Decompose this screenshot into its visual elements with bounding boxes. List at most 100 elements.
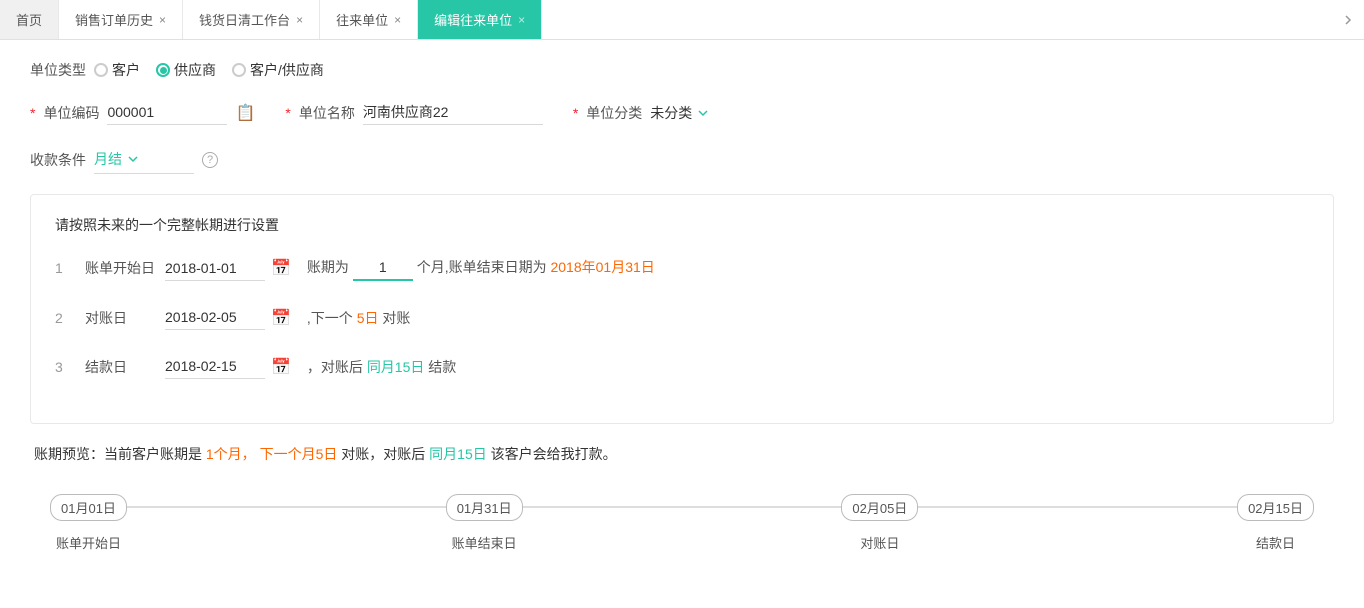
unit-classify-value: 未分类: [650, 103, 692, 123]
unit-code-input[interactable]: [107, 100, 227, 125]
unit-code-label: 单位编码: [43, 103, 99, 123]
tab-edit-partner-label: 编辑往来单位: [434, 10, 512, 29]
tab-cashflow-close[interactable]: ×: [296, 13, 303, 27]
radio-both-label: 客户/供应商: [250, 60, 324, 80]
payment-term-value: 月结: [94, 149, 122, 169]
setting-row-1: 1 账单开始日 📅 账期为 个月,账单结束日期为 2018年01月31日: [55, 255, 1309, 281]
preview-middle: 对账，对账后: [341, 446, 425, 462]
unit-classify-group: * 单位分类 未分类: [573, 103, 710, 123]
calendar-icon-1[interactable]: 📅: [271, 258, 291, 278]
unit-type-row: 单位类型 客户 供应商 客户/供应商: [30, 60, 1334, 80]
tab-partner-close[interactable]: ×: [394, 13, 401, 27]
tab-partner[interactable]: 往来单位 ×: [320, 0, 418, 39]
radio-customer-circle: [94, 63, 108, 77]
radio-supplier-label: 供应商: [174, 60, 216, 80]
expand-tabs-button[interactable]: [1332, 0, 1364, 39]
node-badge-2: 01月31日: [446, 494, 523, 521]
radio-supplier[interactable]: 供应商: [156, 60, 216, 80]
preview-part1: 1个月，: [206, 446, 256, 462]
desc-prefix-1: 账期为: [307, 259, 349, 275]
highlight-2: 5日: [357, 310, 379, 326]
unit-code-star: *: [30, 105, 35, 121]
unit-type-label: 单位类型: [30, 60, 86, 80]
radio-supplier-circle: [156, 63, 170, 77]
chevron-right-icon: [1342, 14, 1354, 26]
unit-classify-label: 单位分类: [586, 103, 642, 123]
payment-term-row: 收款条件 月结 ?: [30, 145, 1334, 174]
highlight-3: 同月15日: [367, 359, 425, 375]
unit-name-label: 单位名称: [299, 103, 355, 123]
desc-suffix-3: 结款: [428, 359, 456, 375]
setting-desc-3: ，对账后 同月15日 结款: [307, 357, 456, 377]
preview-prefix: 账期预览：当前客户账期是: [34, 446, 202, 462]
node-label-4: 结款日: [1256, 533, 1295, 552]
tab-edit-partner-close[interactable]: ×: [518, 13, 525, 27]
preview-suffix: 该客户会给我打款。: [491, 446, 617, 462]
desc-suffix-1: 个月,账单结束日期为: [417, 259, 547, 275]
main-content: 单位类型 客户 供应商 客户/供应商 * 单位编码: [0, 40, 1364, 608]
tab-cashflow-label: 钱货日清工作台: [199, 10, 290, 29]
calendar-icon-2[interactable]: 📅: [271, 308, 291, 328]
payment-term-select[interactable]: 月结: [94, 145, 194, 174]
unit-classify-star: *: [573, 105, 578, 121]
unit-type-group: 单位类型 客户 供应商 客户/供应商: [30, 60, 324, 80]
tab-sales-history-label: 销售订单历史: [75, 10, 153, 29]
setting-date-1[interactable]: [165, 256, 265, 281]
node-badge-1: 01月01日: [50, 494, 127, 521]
help-icon[interactable]: ?: [202, 152, 218, 168]
period-input[interactable]: [353, 255, 413, 281]
setting-num-2: 2: [55, 310, 85, 326]
radio-customer-label: 客户: [112, 60, 140, 80]
timeline-node-1: 01月01日 账单开始日: [50, 494, 127, 552]
timeline-node-4: 02月15日 结款日: [1237, 494, 1314, 552]
tab-partner-label: 往来单位: [336, 10, 388, 29]
payment-term-label: 收款条件: [30, 150, 86, 170]
setting-desc-2: ,下一个 5日 对账: [307, 308, 410, 328]
tab-home[interactable]: 首页: [0, 0, 59, 39]
classify-chevron-icon: [696, 106, 710, 120]
preview-part2: 下一个月5日: [260, 446, 338, 462]
calendar-icon-3[interactable]: 📅: [271, 357, 291, 377]
desc-suffix-2: 对账: [382, 310, 410, 326]
setting-row-3: 3 结款日 📅 ，对账后 同月15日 结款: [55, 354, 1309, 379]
settings-title: 请按照未来的一个完整帐期进行设置: [55, 215, 1309, 235]
setting-field-2: 对账日: [85, 308, 165, 328]
tab-home-label: 首页: [16, 10, 42, 29]
preview-part3: 同月15日: [429, 446, 487, 462]
timeline-node-3: 02月05日 对账日: [841, 494, 918, 552]
node-badge-4: 02月15日: [1237, 494, 1314, 521]
node-badge-3: 02月05日: [841, 494, 918, 521]
tab-sales-history-close[interactable]: ×: [159, 13, 166, 27]
timeline-nodes: 01月01日 账单开始日 01月31日 账单结束日 02月05日 对账日 02月…: [50, 494, 1314, 552]
setting-date-3[interactable]: [165, 354, 265, 379]
unit-code-copy-icon[interactable]: 📋: [235, 103, 255, 123]
timeline-container: 01月01日 账单开始日 01月31日 账单结束日 02月05日 对账日 02月…: [30, 484, 1334, 562]
settings-box: 请按照未来的一个完整帐期进行设置 1 账单开始日 📅 账期为 个月,账单结束日期…: [30, 194, 1334, 424]
node-label-2: 账单结束日: [452, 533, 517, 552]
setting-num-1: 1: [55, 260, 85, 276]
radio-both[interactable]: 客户/供应商: [232, 60, 324, 80]
node-label-3: 对账日: [860, 533, 899, 552]
unit-classify-select[interactable]: 未分类: [650, 103, 710, 123]
setting-field-1: 账单开始日: [85, 258, 165, 278]
tab-sales-history[interactable]: 销售订单历史 ×: [59, 0, 183, 39]
highlight-date-1: 2018年01月31日: [550, 259, 654, 275]
setting-row-2: 2 对账日 📅 ,下一个 5日 对账: [55, 305, 1309, 330]
desc-prefix-2: ,下一个: [307, 310, 353, 326]
radio-customer[interactable]: 客户: [94, 60, 140, 80]
tab-bar: 首页 销售订单历史 × 钱货日清工作台 × 往来单位 × 编辑往来单位 ×: [0, 0, 1364, 40]
unit-name-star: *: [285, 105, 290, 121]
tab-cashflow[interactable]: 钱货日清工作台 ×: [183, 0, 320, 39]
tab-edit-partner[interactable]: 编辑往来单位 ×: [418, 0, 542, 39]
setting-desc-1: 账期为 个月,账单结束日期为 2018年01月31日: [307, 255, 655, 281]
setting-date-2[interactable]: [165, 305, 265, 330]
payment-term-group: 收款条件 月结 ?: [30, 145, 218, 174]
preview-text: 账期预览：当前客户账期是 1个月， 下一个月5日 对账，对账后 同月15日 该客…: [30, 444, 1334, 464]
unit-type-radio-group: 客户 供应商 客户/供应商: [94, 60, 324, 80]
unit-info-row: * 单位编码 📋 * 单位名称 * 单位分类 未分类: [30, 100, 1334, 125]
node-label-1: 账单开始日: [56, 533, 121, 552]
radio-both-circle: [232, 63, 246, 77]
timeline-node-2: 01月31日 账单结束日: [446, 494, 523, 552]
unit-name-input[interactable]: [363, 100, 543, 125]
setting-num-3: 3: [55, 359, 85, 375]
